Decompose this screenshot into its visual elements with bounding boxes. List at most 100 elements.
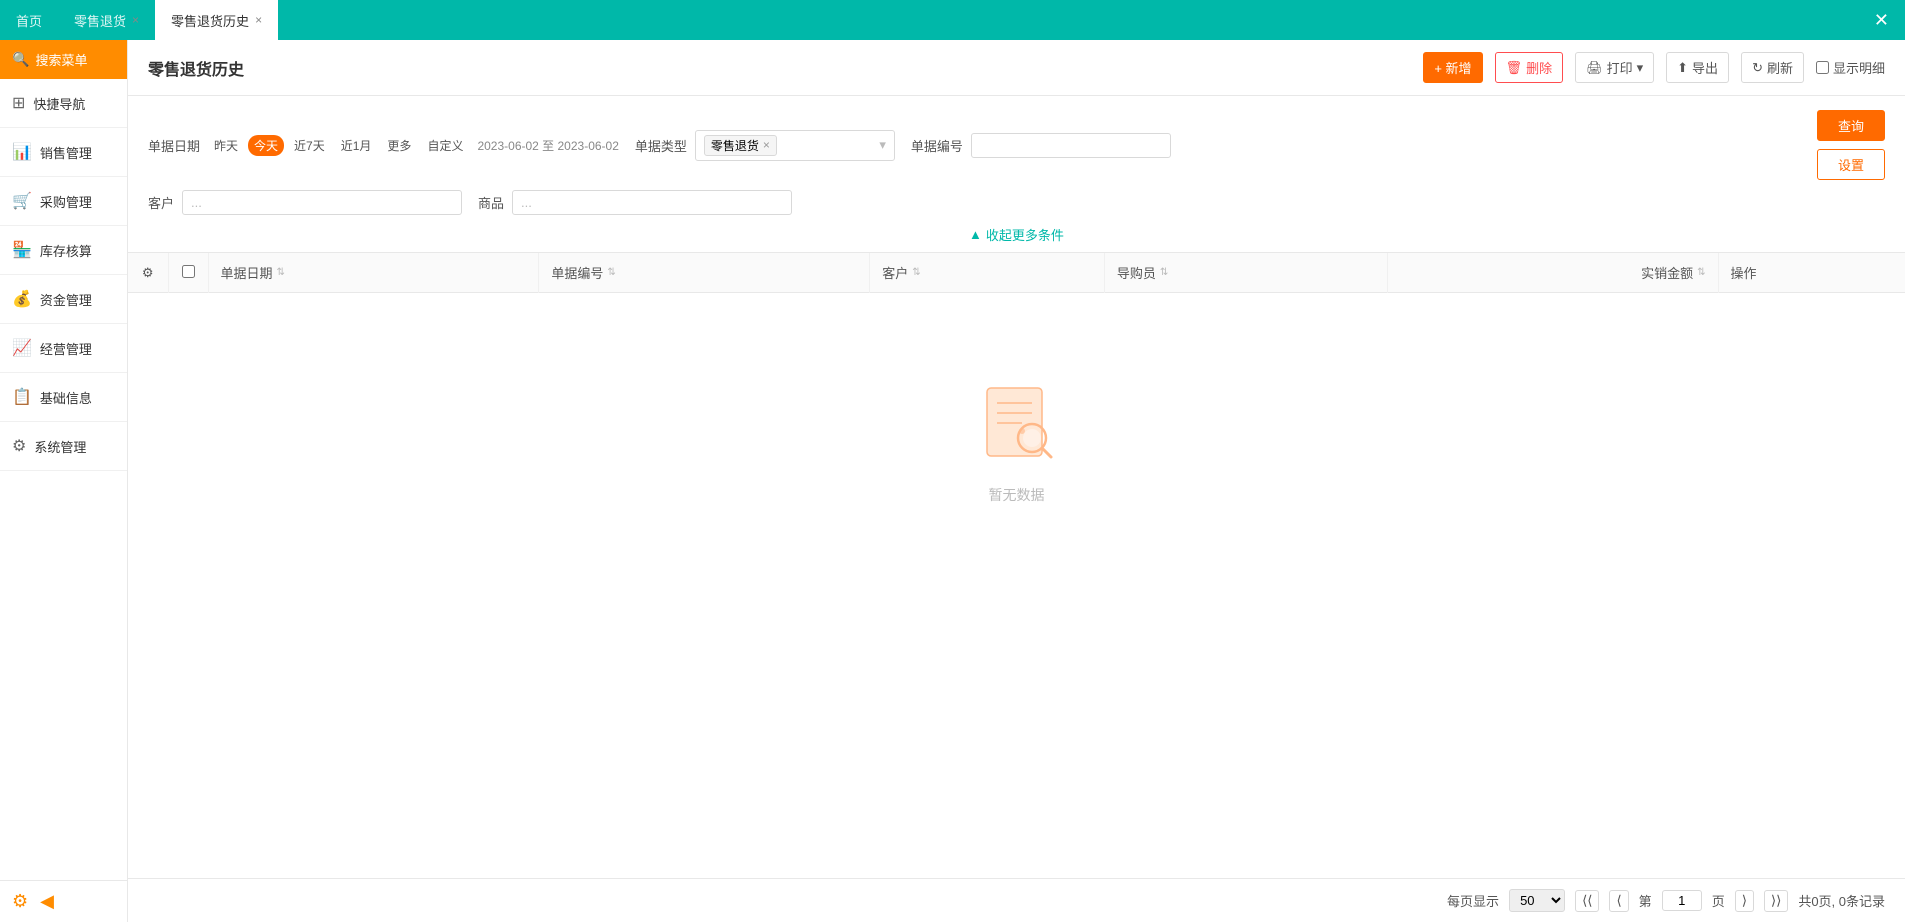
content-area: 零售退货历史 + 新增 🗑 删除 🖨 打印 ▾ ⬆ 导出 ↻: [128, 40, 1905, 922]
print-dropdown-icon: ▾: [1637, 60, 1644, 76]
page-word: 第: [1639, 891, 1652, 910]
sort-customer-icon: ⇅: [912, 267, 920, 278]
doc-type-tag-remove[interactable]: ×: [763, 138, 770, 152]
sort-amount-icon: ⇅: [1697, 267, 1705, 278]
date-btn-1month[interactable]: 近1月: [335, 135, 378, 156]
tab-retail-return-history-close[interactable]: ×: [255, 13, 262, 27]
date-filter-buttons: 昨天 今天 近7天 近1月 更多 自定义: [208, 135, 469, 156]
empty-state-icon: [967, 373, 1067, 473]
sort-doc-no-icon: ⇅: [607, 267, 615, 278]
sort-doc-date-icon: ⇅: [277, 267, 285, 278]
doc-type-dropdown-icon: ▾: [879, 137, 886, 153]
sidebar-item-quick-nav[interactable]: ⊞ 快捷导航: [0, 79, 127, 128]
date-filter-group: 单据日期 昨天 今天 近7天 近1月 更多 自定义 2023-06-02 至 2…: [148, 135, 619, 156]
customer-placeholder: ...: [191, 195, 202, 210]
per-page-select[interactable]: 10 20 50 100: [1509, 889, 1565, 912]
date-btn-today[interactable]: 今天: [248, 135, 284, 156]
tab-retail-return-history[interactable]: 零售退货历史 ×: [155, 0, 278, 40]
collapse-up-icon: ▲: [969, 227, 982, 242]
doc-no-filter-group: 单据编号: [911, 133, 1171, 158]
goods-select[interactable]: ...: [512, 190, 792, 215]
export-button[interactable]: ⬆ 导出: [1666, 52, 1729, 83]
per-page-label: 每页显示: [1447, 891, 1499, 910]
collapse-more-conditions[interactable]: ▲ 收起更多条件: [148, 225, 1885, 244]
th-guide[interactable]: 导购员 ⇅: [1104, 253, 1387, 293]
th-checkbox[interactable]: [168, 253, 208, 293]
window-close-button[interactable]: ✕: [1858, 10, 1905, 31]
refresh-icon: ↻: [1752, 60, 1763, 76]
date-btn-yesterday[interactable]: 昨天: [208, 135, 244, 156]
empty-state-row: 暂无数据: [128, 293, 1905, 586]
th-doc-no[interactable]: 单据编号 ⇅: [539, 253, 870, 293]
system-icon: ⚙: [12, 436, 26, 456]
page-header: 零售退货历史 + 新增 🗑 删除 🖨 打印 ▾ ⬆ 导出 ↻: [128, 40, 1905, 96]
sales-icon: 📊: [12, 142, 32, 162]
top-bar: 首页 零售退货 × 零售退货历史 × ✕: [0, 0, 1905, 40]
doc-type-filter-group: 单据类型 零售退货 × ▾: [635, 130, 895, 161]
next-page-btn[interactable]: ⟩: [1735, 890, 1754, 912]
table-container: ⚙ 单据日期 ⇅ 单据编号: [128, 253, 1905, 878]
search-icon: 🔍: [12, 51, 29, 68]
quick-nav-icon: ⊞: [12, 93, 25, 113]
basic-info-icon: 📋: [12, 387, 32, 407]
settings-bottom-icon[interactable]: ⚙: [12, 891, 28, 912]
sidebar-item-finance[interactable]: 💰 资金管理: [0, 275, 127, 324]
empty-state: 暂无数据: [128, 293, 1905, 585]
query-button[interactable]: 查询: [1817, 110, 1885, 141]
page-number-input[interactable]: [1662, 890, 1702, 911]
filter-area: 单据日期 昨天 今天 近7天 近1月 更多 自定义 2023-06-02 至 2…: [128, 96, 1905, 253]
sidebar-item-purchase[interactable]: 🛒 采购管理: [0, 177, 127, 226]
sidebar-item-inventory[interactable]: 🏪 库存核算: [0, 226, 127, 275]
goods-filter-group: 商品 ...: [478, 190, 792, 215]
sidebar-search[interactable]: 🔍 搜索菜单: [0, 40, 127, 79]
total-text: 共0页, 0条记录: [1798, 891, 1885, 910]
sidebar-item-sales[interactable]: 📊 销售管理: [0, 128, 127, 177]
th-settings[interactable]: ⚙: [128, 253, 168, 293]
sort-guide-icon: ⇅: [1160, 267, 1168, 278]
tab-retail-return[interactable]: 零售退货 ×: [58, 0, 155, 40]
date-btn-more[interactable]: 更多: [381, 135, 417, 156]
main-layout: 🔍 搜索菜单 ⊞ 快捷导航 📊 销售管理 🛒 采购管理 🏪 库存核算 💰: [0, 40, 1905, 922]
query-settings-buttons: 查询 设置: [1817, 110, 1885, 180]
show-detail-checkbox[interactable]: [1816, 61, 1829, 74]
refresh-button[interactable]: ↻ 刷新: [1741, 52, 1804, 83]
filter-row-1: 单据日期 昨天 今天 近7天 近1月 更多 自定义 2023-06-02 至 2…: [148, 110, 1885, 180]
sidebar-menu: ⊞ 快捷导航 📊 销售管理 🛒 采购管理 🏪 库存核算 💰 资金管理 📈: [0, 79, 127, 880]
doc-no-input[interactable]: [971, 133, 1171, 158]
show-detail-checkbox-label[interactable]: 显示明细: [1816, 58, 1885, 77]
sidebar-item-basic-info[interactable]: 📋 基础信息: [0, 373, 127, 422]
table-body: 暂无数据: [128, 293, 1905, 586]
empty-state-text: 暂无数据: [989, 485, 1045, 505]
doc-type-tag: 零售退货 ×: [704, 135, 777, 156]
goods-placeholder: ...: [521, 195, 532, 210]
table-header-row: ⚙ 单据日期 ⇅ 单据编号: [128, 253, 1905, 293]
page-actions: + 新增 🗑 删除 🖨 打印 ▾ ⬆ 导出 ↻ 刷新: [1423, 52, 1885, 83]
doc-type-select[interactable]: 零售退货 × ▾: [695, 130, 895, 161]
sidebar-item-system[interactable]: ⚙ 系统管理: [0, 422, 127, 471]
tab-list: 首页 零售退货 × 零售退货历史 ×: [0, 0, 1858, 40]
export-icon: ⬆: [1677, 60, 1688, 76]
sidebar: 🔍 搜索菜单 ⊞ 快捷导航 📊 销售管理 🛒 采购管理 🏪 库存核算 💰: [0, 40, 128, 922]
tab-retail-return-close[interactable]: ×: [132, 13, 139, 27]
sidebar-item-operations[interactable]: 📈 经营管理: [0, 324, 127, 373]
th-amount[interactable]: 实销金额 ⇅: [1387, 253, 1718, 293]
date-btn-custom[interactable]: 自定义: [421, 135, 469, 156]
th-customer[interactable]: 客户 ⇅: [870, 253, 1105, 293]
print-button[interactable]: 🖨 打印 ▾: [1575, 52, 1654, 83]
delete-button[interactable]: 🗑 删除: [1495, 52, 1564, 83]
tab-home[interactable]: 首页: [0, 0, 58, 40]
settings-filter-button[interactable]: 设置: [1817, 149, 1885, 180]
customer-select[interactable]: ...: [182, 190, 462, 215]
first-page-btn[interactable]: ⟨⟨: [1575, 890, 1599, 912]
date-btn-7days[interactable]: 近7天: [288, 135, 331, 156]
purchase-icon: 🛒: [12, 191, 32, 211]
prev-page-btn[interactable]: ⟨: [1609, 890, 1628, 912]
new-button[interactable]: + 新增: [1423, 52, 1482, 83]
data-table: ⚙ 单据日期 ⇅ 单据编号: [128, 253, 1905, 585]
last-page-btn[interactable]: ⟩⟩: [1764, 890, 1788, 912]
finance-icon: 💰: [12, 289, 32, 309]
pagination-bar: 每页显示 10 20 50 100 ⟨⟨ ⟨ 第 页 ⟩ ⟩⟩ 共0页, 0条记…: [128, 878, 1905, 922]
collapse-sidebar-icon[interactable]: ◀: [40, 891, 54, 912]
select-all-checkbox[interactable]: [182, 265, 195, 278]
th-doc-date[interactable]: 单据日期 ⇅: [208, 253, 539, 293]
